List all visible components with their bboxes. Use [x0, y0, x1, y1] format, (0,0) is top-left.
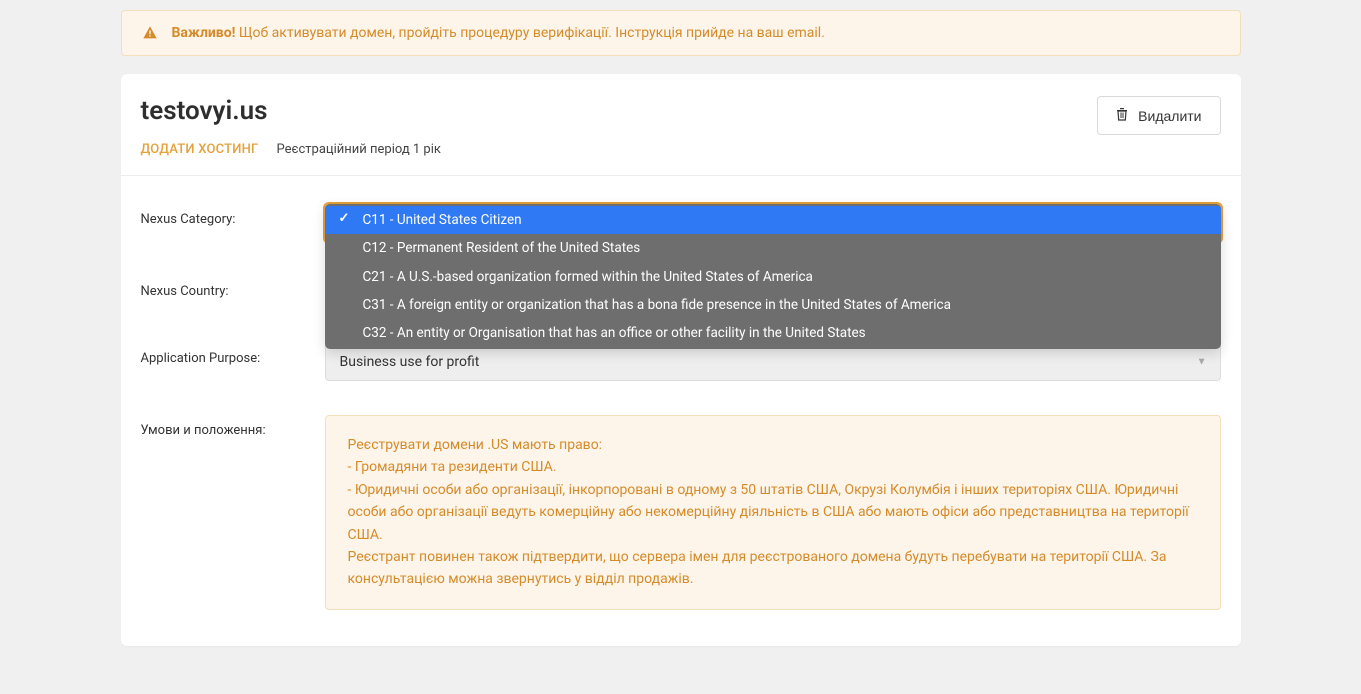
label-application-purpose: Application Purpose: [141, 343, 325, 366]
dropdown-item-c11[interactable]: C11 - United States Citizen [325, 206, 1221, 234]
label-terms: Умови и положення: [141, 415, 325, 438]
alert-text: Важливо! Щоб активувати домен, пройдіть … [172, 25, 825, 41]
delete-button-label: Видалити [1138, 108, 1201, 124]
add-hosting-link[interactable]: ДОДАТИ ХОСТИНГ [141, 142, 259, 157]
alert-verification: Важливо! Щоб активувати домен, пройдіть … [121, 10, 1241, 56]
dropdown-item-c12[interactable]: C12 - Permanent Resident of the United S… [325, 234, 1221, 262]
domain-title: testovyi.us [141, 96, 1098, 126]
terms-line-3: - Юридичні особи або організації, інкорп… [348, 479, 1198, 546]
card-header: testovyi.us ДОДАТИ ХОСТИНГ Реєстраційний… [121, 74, 1241, 176]
terms-line-1: Реєструвати домени .US мають право: [348, 434, 1198, 456]
terms-content: Реєструвати домени .US мають право: - Гр… [325, 415, 1221, 610]
domain-card: testovyi.us ДОДАТИ ХОСТИНГ Реєстраційний… [121, 74, 1241, 646]
card-body: Nexus Category: C11 - United States Citi… [121, 176, 1241, 646]
label-nexus-category: Nexus Category: [141, 204, 325, 227]
trash-icon [1116, 107, 1128, 124]
dropdown-item-c21[interactable]: C21 - A U.S.-based organization formed w… [325, 263, 1221, 291]
registration-period: Реєстраційний період 1 рік [276, 142, 440, 157]
delete-button[interactable]: Видалити [1097, 96, 1220, 135]
row-terms: Умови и положення: Реєструвати домени .U… [141, 415, 1221, 610]
warning-icon [142, 25, 158, 41]
terms-line-2: - Громадяни та резиденти США. [348, 456, 1198, 478]
dropdown-nexus-category: C11 - United States Citizen C12 - Perman… [325, 204, 1221, 349]
dropdown-item-c32[interactable]: C32 - An entity or Organisation that has… [325, 319, 1221, 347]
terms-line-4: Реєстрант повинен також підтвердити, що … [348, 546, 1198, 591]
label-nexus-country: Nexus Country: [141, 276, 325, 299]
row-nexus-category: Nexus Category: C11 - United States Citi… [141, 204, 1221, 242]
dropdown-item-c31[interactable]: C31 - A foreign entity or organization t… [325, 291, 1221, 319]
